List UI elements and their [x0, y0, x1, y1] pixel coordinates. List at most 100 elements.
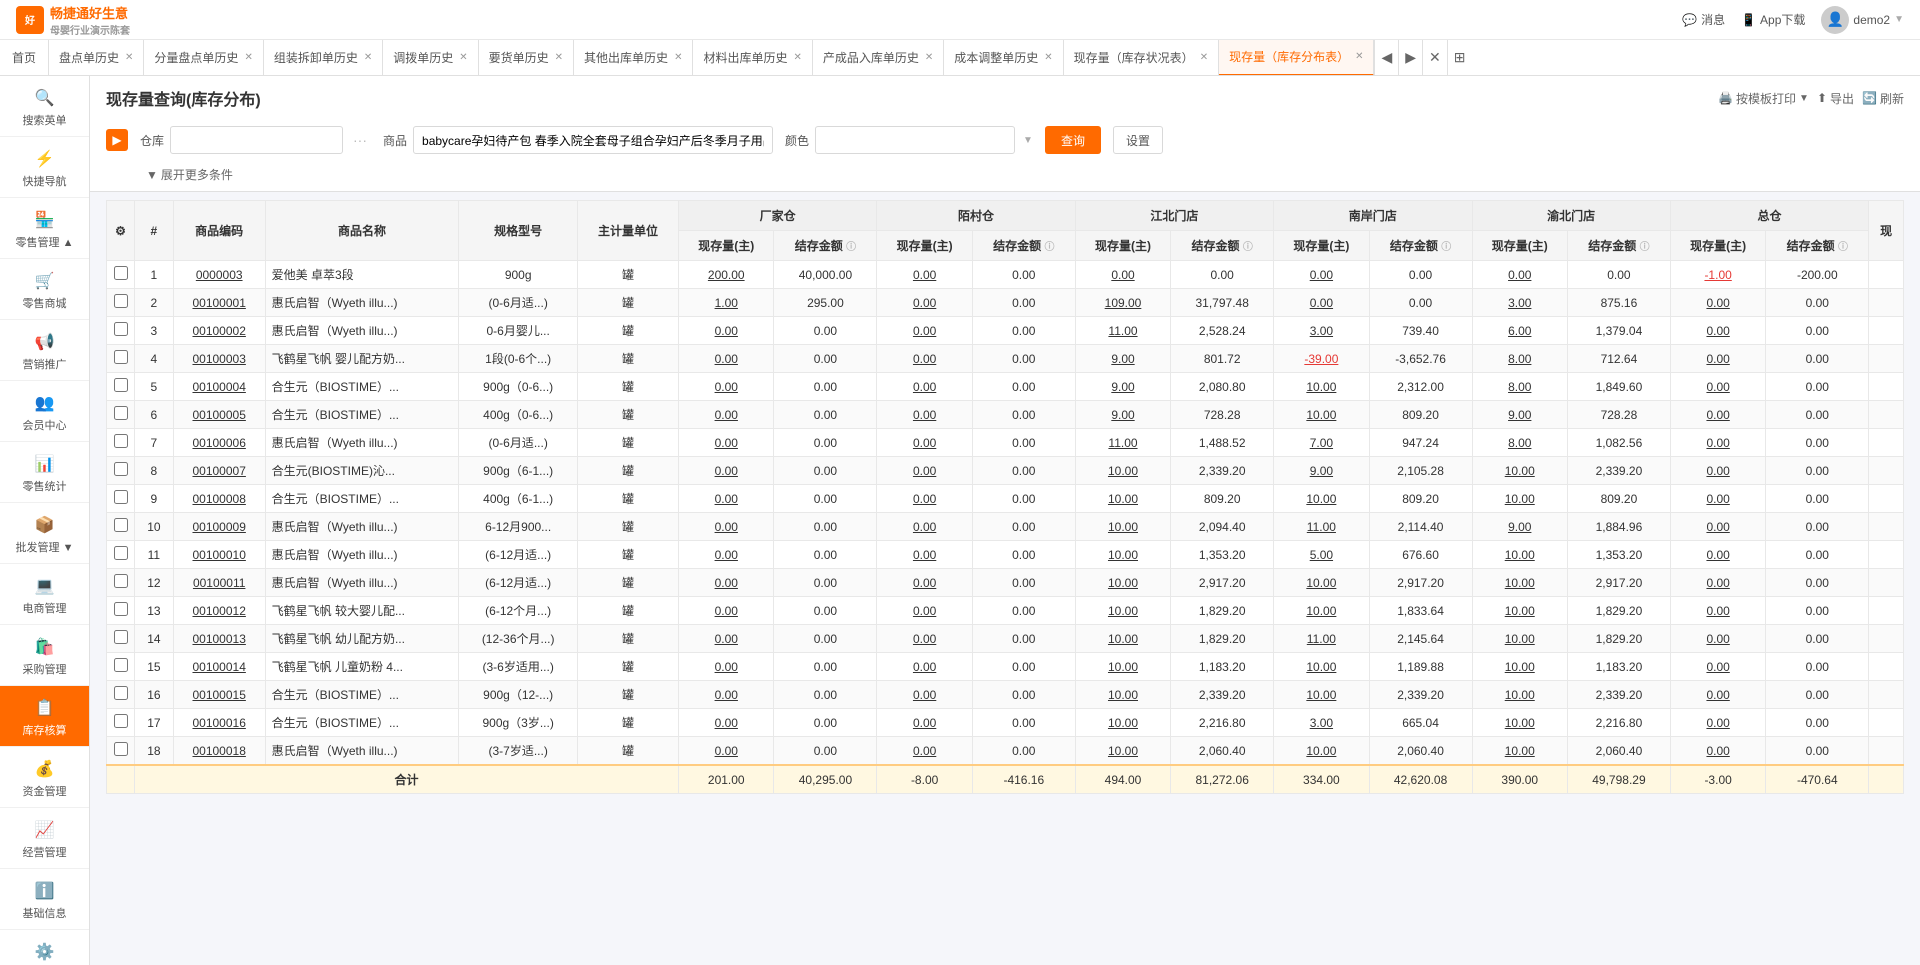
- cell-c2-qty[interactable]: 0.00: [877, 317, 972, 345]
- cell-c2-qty[interactable]: 0.00: [877, 737, 972, 766]
- cell-c2-qty[interactable]: 0.00: [877, 485, 972, 513]
- cell-code[interactable]: 00100015: [173, 681, 265, 709]
- cell-c4-qty[interactable]: 10.00: [1274, 485, 1369, 513]
- th-settings[interactable]: ⚙: [107, 201, 135, 261]
- cell-c5-qty[interactable]: 9.00: [1472, 401, 1567, 429]
- cell-code[interactable]: 00100001: [173, 289, 265, 317]
- cell-code[interactable]: 00100011: [173, 569, 265, 597]
- cell-c1-qty[interactable]: 200.00: [679, 261, 774, 289]
- cell-c2-qty[interactable]: 0.00: [877, 457, 972, 485]
- cell-c3-qty[interactable]: 10.00: [1075, 569, 1170, 597]
- cell-c3-qty[interactable]: 9.00: [1075, 373, 1170, 401]
- cell-checkbox[interactable]: [107, 513, 135, 541]
- cell-code[interactable]: 00100004: [173, 373, 265, 401]
- expand-conditions-btn[interactable]: ▼ 展开更多条件: [146, 166, 233, 183]
- cell-tot-qty[interactable]: 0.00: [1670, 373, 1765, 401]
- cell-c5-qty[interactable]: 10.00: [1472, 681, 1567, 709]
- close-icon[interactable]: ✕: [555, 52, 563, 63]
- cell-c5-qty[interactable]: 3.00: [1472, 289, 1567, 317]
- cell-checkbox[interactable]: [107, 625, 135, 653]
- cell-c5-qty[interactable]: 10.00: [1472, 653, 1567, 681]
- cell-checkbox[interactable]: [107, 401, 135, 429]
- close-icon[interactable]: ✕: [459, 52, 467, 63]
- sidebar-item-inventory[interactable]: 📋 库存核算: [0, 686, 89, 747]
- tab-home[interactable]: 首页: [0, 40, 49, 76]
- cell-c3-qty[interactable]: 9.00: [1075, 401, 1170, 429]
- sidebar-item-system[interactable]: ⚙️ 系统管理: [0, 930, 89, 965]
- cell-code[interactable]: 00100018: [173, 737, 265, 766]
- cell-c4-qty[interactable]: 10.00: [1274, 569, 1369, 597]
- cell-c1-qty[interactable]: 0.00: [679, 625, 774, 653]
- cell-c3-qty[interactable]: 10.00: [1075, 625, 1170, 653]
- warehouse-input[interactable]: [170, 126, 343, 154]
- tab-cost-adjust[interactable]: 成本调整单历史 ✕: [944, 40, 1063, 76]
- cell-tot-qty[interactable]: 0.00: [1670, 541, 1765, 569]
- close-icon[interactable]: ✕: [925, 52, 933, 63]
- cell-checkbox[interactable]: [107, 541, 135, 569]
- cell-c5-qty[interactable]: 9.00: [1472, 513, 1567, 541]
- cell-code[interactable]: 00100002: [173, 317, 265, 345]
- cell-c1-qty[interactable]: 0.00: [679, 709, 774, 737]
- close-icon[interactable]: ✕: [244, 52, 252, 63]
- cell-c2-qty[interactable]: 0.00: [877, 625, 972, 653]
- product-input[interactable]: [413, 126, 773, 154]
- cell-tot-qty[interactable]: 0.00: [1670, 429, 1765, 457]
- cell-c2-qty[interactable]: 0.00: [877, 513, 972, 541]
- cell-tot-qty[interactable]: 0.00: [1670, 457, 1765, 485]
- cell-c5-qty[interactable]: 10.00: [1472, 597, 1567, 625]
- cell-c1-qty[interactable]: 0.00: [679, 737, 774, 766]
- cell-tot-qty[interactable]: 0.00: [1670, 485, 1765, 513]
- cell-c3-qty[interactable]: 10.00: [1075, 457, 1170, 485]
- tab-stock-status[interactable]: 现存量（库存状况表） ✕: [1064, 40, 1219, 76]
- cell-c2-qty[interactable]: 0.00: [877, 345, 972, 373]
- tab-inventory-count[interactable]: 盘点单历史 ✕: [49, 40, 144, 76]
- cell-c2-qty[interactable]: 0.00: [877, 569, 972, 597]
- cell-c1-qty[interactable]: 0.00: [679, 457, 774, 485]
- close-icon[interactable]: ✕: [793, 52, 801, 63]
- cell-c5-qty[interactable]: 8.00: [1472, 345, 1567, 373]
- sidebar-item-purchase[interactable]: 🛍️ 采购管理: [0, 625, 89, 686]
- cell-c4-qty[interactable]: 5.00: [1274, 541, 1369, 569]
- tab-combo-split[interactable]: 组装拆卸单历史 ✕: [264, 40, 383, 76]
- cell-c1-qty[interactable]: 0.00: [679, 541, 774, 569]
- sidebar-item-wholesale[interactable]: 📦 批发管理 ▼: [0, 503, 89, 564]
- cell-c4-qty[interactable]: 3.00: [1274, 709, 1369, 737]
- close-icon[interactable]: ✕: [125, 52, 133, 63]
- cell-c5-qty[interactable]: 8.00: [1472, 373, 1567, 401]
- cell-c2-qty[interactable]: 0.00: [877, 289, 972, 317]
- sidebar-item-ecommerce[interactable]: 💻 电商管理: [0, 564, 89, 625]
- setting-button[interactable]: 设置: [1113, 126, 1163, 154]
- close-icon[interactable]: ✕: [1355, 51, 1363, 62]
- cell-checkbox[interactable]: [107, 597, 135, 625]
- cell-c3-qty[interactable]: 10.00: [1075, 597, 1170, 625]
- cell-c3-qty[interactable]: 9.00: [1075, 345, 1170, 373]
- cell-code[interactable]: 00100016: [173, 709, 265, 737]
- cell-c3-qty[interactable]: 10.00: [1075, 541, 1170, 569]
- cell-c5-qty[interactable]: 10.00: [1472, 569, 1567, 597]
- cell-code[interactable]: 0000003: [173, 261, 265, 289]
- cell-c2-qty[interactable]: 0.00: [877, 401, 972, 429]
- cell-code[interactable]: 00100005: [173, 401, 265, 429]
- cell-c5-qty[interactable]: 10.00: [1472, 625, 1567, 653]
- cell-checkbox[interactable]: [107, 569, 135, 597]
- cell-c3-qty[interactable]: 10.00: [1075, 709, 1170, 737]
- cell-c5-qty[interactable]: 10.00: [1472, 485, 1567, 513]
- cell-c1-qty[interactable]: 0.00: [679, 513, 774, 541]
- cell-c4-qty[interactable]: -39.00: [1274, 345, 1369, 373]
- cell-c2-qty[interactable]: 0.00: [877, 373, 972, 401]
- user-info[interactable]: 👤 demo2 ▼: [1821, 6, 1904, 34]
- warehouse-ellipsis-btn[interactable]: ···: [349, 132, 371, 148]
- cell-checkbox[interactable]: [107, 373, 135, 401]
- tab-other-out[interactable]: 其他出库单历史 ✕: [574, 40, 693, 76]
- cell-c5-qty[interactable]: 8.00: [1472, 429, 1567, 457]
- cell-checkbox[interactable]: [107, 429, 135, 457]
- cell-code[interactable]: 00100007: [173, 457, 265, 485]
- cell-tot-qty[interactable]: 0.00: [1670, 401, 1765, 429]
- sidebar-item-finance[interactable]: 💰 资金管理: [0, 747, 89, 808]
- cell-c3-qty[interactable]: 10.00: [1075, 681, 1170, 709]
- cell-tot-qty[interactable]: 0.00: [1670, 569, 1765, 597]
- cell-c3-qty[interactable]: 10.00: [1075, 737, 1170, 766]
- tab-stock-dist[interactable]: 现存量（库存分布表） ✕: [1219, 40, 1374, 76]
- cell-c4-qty[interactable]: 10.00: [1274, 737, 1369, 766]
- tab-close-all-btn[interactable]: ✕: [1422, 40, 1447, 76]
